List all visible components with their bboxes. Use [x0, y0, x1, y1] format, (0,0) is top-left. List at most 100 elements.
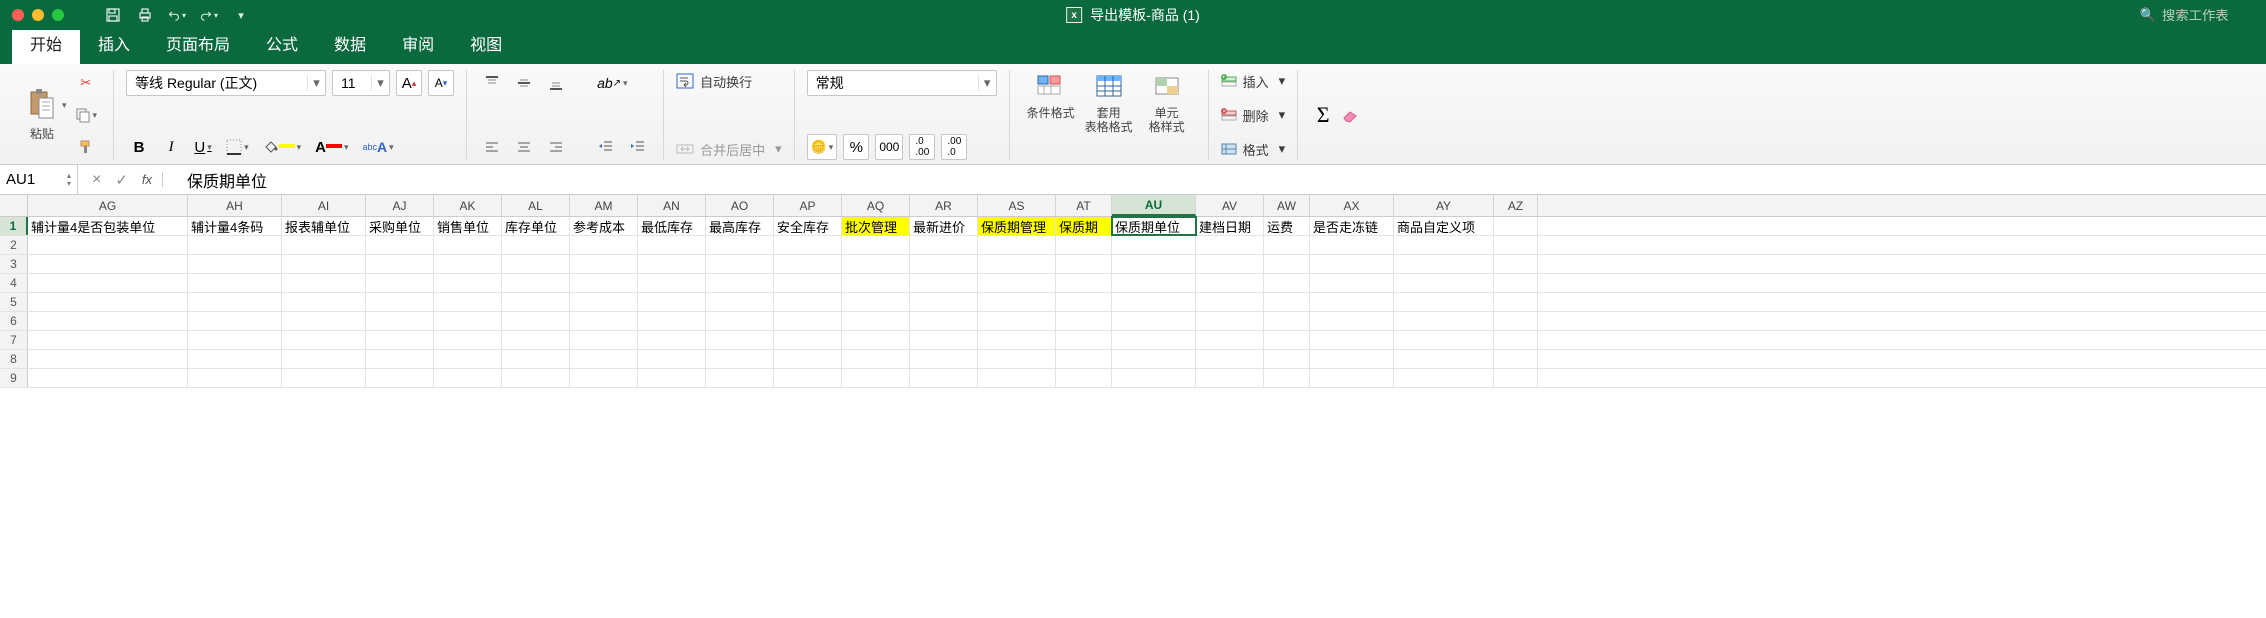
row-header-2[interactable]: 2 [0, 236, 28, 254]
increase-decimal-button[interactable]: .0.00 [909, 134, 935, 160]
format-painter-button[interactable] [71, 134, 102, 160]
cell-AY2[interactable] [1394, 236, 1494, 254]
cell-AU1[interactable]: 保质期单位 [1112, 217, 1196, 235]
formula-input[interactable]: 保质期单位 [177, 168, 2266, 192]
cell-AK8[interactable] [434, 350, 502, 368]
cell-AI5[interactable] [282, 293, 366, 311]
column-header-AG[interactable]: AG [28, 195, 188, 216]
cell-AO4[interactable] [706, 274, 774, 292]
column-header-AN[interactable]: AN [638, 195, 706, 216]
cell-AK5[interactable] [434, 293, 502, 311]
decrease-decimal-button[interactable]: .00.0 [941, 134, 967, 160]
format-table-button[interactable]: 套用 表格格式 [1080, 70, 1138, 135]
cell-AU6[interactable] [1112, 312, 1196, 330]
cell-AZ6[interactable] [1494, 312, 1538, 330]
font-color-button[interactable]: A▾ [311, 134, 352, 160]
column-header-AU[interactable]: AU [1112, 195, 1196, 216]
redo-icon[interactable]: ▾ [200, 6, 218, 24]
bold-button[interactable]: B [126, 134, 152, 160]
cell-AM4[interactable] [570, 274, 638, 292]
minimize-window-button[interactable] [32, 9, 44, 21]
conditional-format-button[interactable]: 条件格式 [1022, 70, 1080, 120]
cell-styles-button[interactable]: 单元 格样式 [1138, 70, 1196, 135]
cell-AZ1[interactable] [1494, 217, 1538, 235]
cell-AM1[interactable]: 参考成本 [570, 217, 638, 235]
cell-AR6[interactable] [910, 312, 978, 330]
cell-AX2[interactable] [1310, 236, 1394, 254]
cell-AK1[interactable]: 销售单位 [434, 217, 502, 235]
cell-AJ1[interactable]: 采购单位 [366, 217, 434, 235]
cell-AN6[interactable] [638, 312, 706, 330]
cell-AH2[interactable] [188, 236, 282, 254]
cell-AW8[interactable] [1264, 350, 1310, 368]
cell-AU7[interactable] [1112, 331, 1196, 349]
cell-AI9[interactable] [282, 369, 366, 387]
column-header-AO[interactable]: AO [706, 195, 774, 216]
cell-AL9[interactable] [502, 369, 570, 387]
cell-AI4[interactable] [282, 274, 366, 292]
column-header-AL[interactable]: AL [502, 195, 570, 216]
row-header-1[interactable]: 1 [0, 217, 28, 235]
cell-AT5[interactable] [1056, 293, 1112, 311]
decrease-indent-button[interactable] [593, 134, 619, 160]
column-header-AY[interactable]: AY [1394, 195, 1494, 216]
cell-AS2[interactable] [978, 236, 1056, 254]
cancel-formula-button[interactable]: × [92, 171, 101, 189]
cell-AY7[interactable] [1394, 331, 1494, 349]
cell-AS6[interactable] [978, 312, 1056, 330]
copy-button[interactable]: ▾ [71, 102, 102, 128]
cell-AZ3[interactable] [1494, 255, 1538, 273]
cell-AH6[interactable] [188, 312, 282, 330]
cell-AY9[interactable] [1394, 369, 1494, 387]
cell-AI1[interactable]: 报表辅单位 [282, 217, 366, 235]
cell-AQ7[interactable] [842, 331, 910, 349]
cell-AW7[interactable] [1264, 331, 1310, 349]
cell-AV4[interactable] [1196, 274, 1264, 292]
print-icon[interactable] [136, 6, 154, 24]
cell-AU4[interactable] [1112, 274, 1196, 292]
align-middle-button[interactable] [511, 70, 537, 96]
cell-AV8[interactable] [1196, 350, 1264, 368]
cell-AV1[interactable]: 建档日期 [1196, 217, 1264, 235]
cell-AL2[interactable] [502, 236, 570, 254]
cell-AI2[interactable] [282, 236, 366, 254]
select-all-corner[interactable] [0, 195, 28, 216]
cell-AW5[interactable] [1264, 293, 1310, 311]
cell-AG2[interactable] [28, 236, 188, 254]
phonetic-button[interactable]: abcA▾ [359, 134, 398, 160]
orientation-button[interactable]: ab↗▾ [593, 70, 632, 96]
cell-AM6[interactable] [570, 312, 638, 330]
cell-AQ4[interactable] [842, 274, 910, 292]
cell-AN4[interactable] [638, 274, 706, 292]
fill-color-button[interactable]: ▾ [259, 134, 306, 160]
cell-AR2[interactable] [910, 236, 978, 254]
cell-AO7[interactable] [706, 331, 774, 349]
cell-AO3[interactable] [706, 255, 774, 273]
cell-AS8[interactable] [978, 350, 1056, 368]
cell-AL8[interactable] [502, 350, 570, 368]
cell-AG4[interactable] [28, 274, 188, 292]
cell-AK9[interactable] [434, 369, 502, 387]
column-header-AJ[interactable]: AJ [366, 195, 434, 216]
cell-AP1[interactable]: 安全库存 [774, 217, 842, 235]
cell-AV5[interactable] [1196, 293, 1264, 311]
row-header-8[interactable]: 8 [0, 350, 28, 368]
cell-AU2[interactable] [1112, 236, 1196, 254]
cell-AT7[interactable] [1056, 331, 1112, 349]
cell-AX1[interactable]: 是否走冻链 [1310, 217, 1394, 235]
cell-AR1[interactable]: 最新进价 [910, 217, 978, 235]
name-box[interactable]: ▴▾ [0, 165, 78, 194]
cell-AL5[interactable] [502, 293, 570, 311]
cell-AH8[interactable] [188, 350, 282, 368]
cell-AT2[interactable] [1056, 236, 1112, 254]
cell-AQ5[interactable] [842, 293, 910, 311]
column-header-AI[interactable]: AI [282, 195, 366, 216]
cell-AZ2[interactable] [1494, 236, 1538, 254]
cell-AV9[interactable] [1196, 369, 1264, 387]
cell-AX6[interactable] [1310, 312, 1394, 330]
increase-font-button[interactable]: A▴ [396, 70, 422, 96]
search-input[interactable] [2162, 8, 2252, 23]
cell-AN2[interactable] [638, 236, 706, 254]
cell-AL1[interactable]: 库存单位 [502, 217, 570, 235]
column-header-AW[interactable]: AW [1264, 195, 1310, 216]
